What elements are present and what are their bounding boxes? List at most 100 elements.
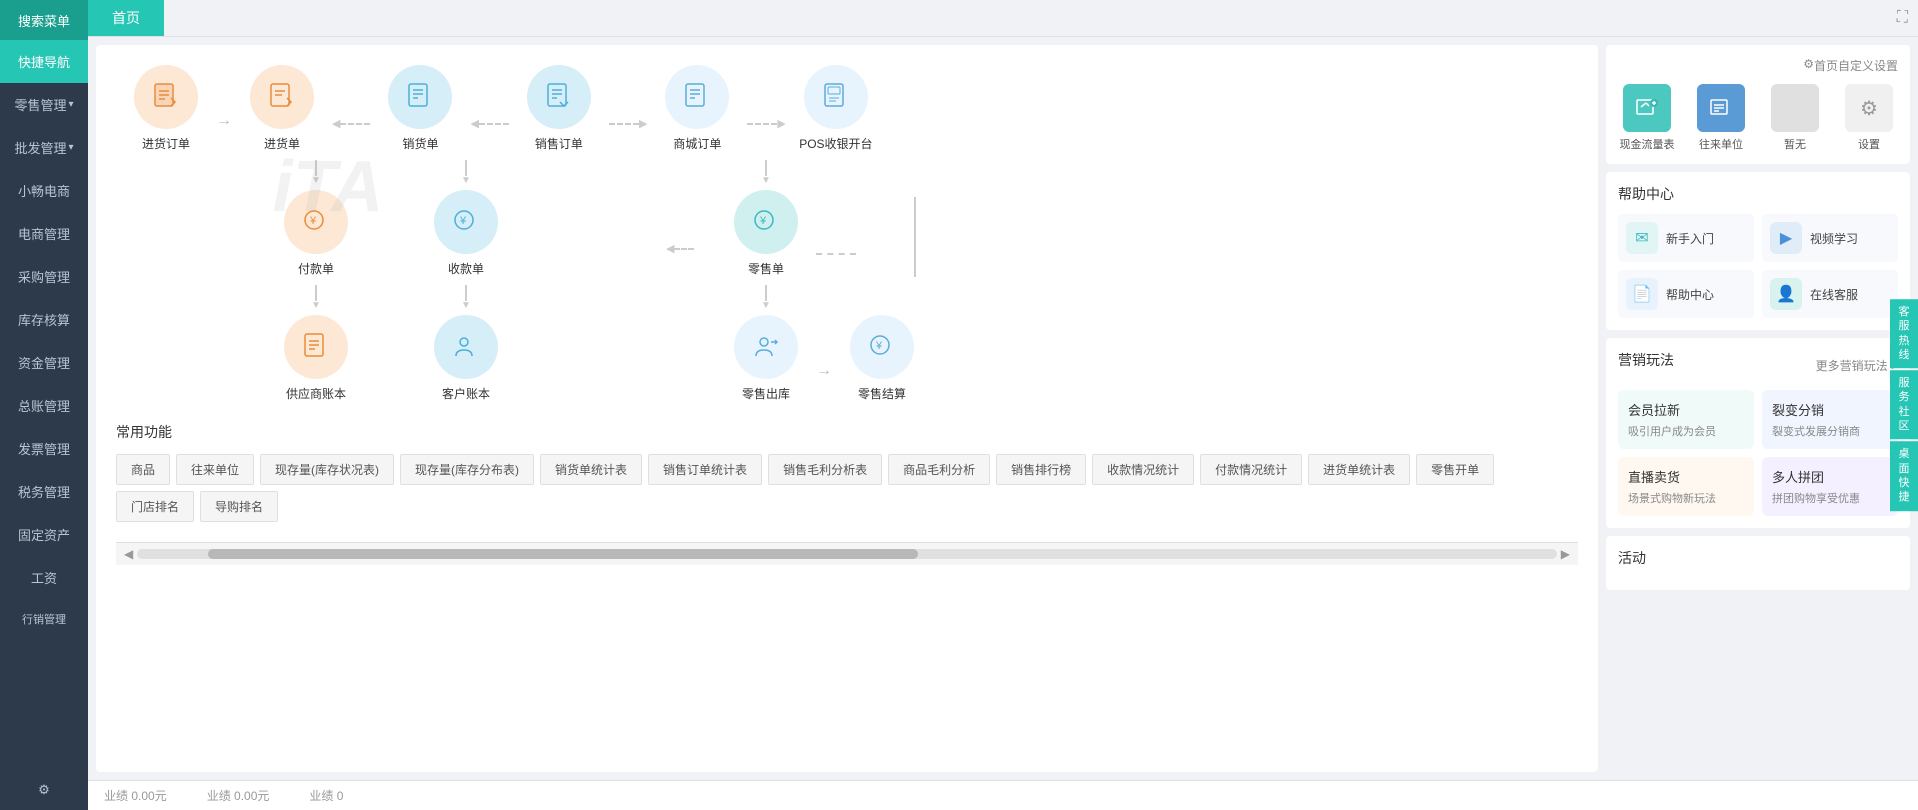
quick-access-section: ⚙ 首页自定义设置 [1606,45,1910,164]
arrow-connector-1: → [216,112,232,152]
bottom-stat-2: 业绩 0.00元 [207,787,270,804]
v-connector-retail: ▼ [761,281,771,315]
sidebar-item-retail[interactable]: 零售管理 ▾ [0,83,88,126]
chevron-down-icon: ▾ [68,142,73,153]
scroll-left-btn[interactable]: ◀ [120,547,137,561]
node-mall-order[interactable]: 商城订单 [647,65,747,152]
func-btn-sales-rank[interactable]: 销售排行榜 [996,454,1086,485]
v-connector-mall: ▼ [761,156,771,190]
tab-home[interactable]: 首页 [88,0,164,36]
marketing-card-member[interactable]: 会员拉新 吸引用户成为会员 [1618,390,1754,449]
sidebar-item-tax[interactable]: 税务管理 [0,470,88,513]
sidebar-item-purchase[interactable]: 采购管理 [0,255,88,298]
activity-section: 活动 [1606,536,1910,590]
settings-icon: ⚙ [38,782,50,797]
marketing-section: 营销玩法 更多营销玩法 > 会员拉新 吸引用户成为会员 裂变分销 裂变式发展分销… [1606,338,1910,528]
beginner-icon: ✉ [1626,222,1658,254]
customer-account-icon [434,315,498,379]
sidebar-search[interactable]: 搜索菜单 [0,0,88,40]
func-btn-profit-analysis[interactable]: 销售毛利分析表 [768,454,882,485]
v-connector-purchase: ▼ [311,156,321,190]
sidebar-settings[interactable]: ⚙ [0,770,88,810]
sidebar-item-ecom-small[interactable]: 小畅电商 [0,169,88,212]
main-area: 首页 ⛶ iTA [88,0,1918,810]
help-item-help[interactable]: 📄 帮助中心 [1618,270,1754,318]
node-retail-settlement[interactable]: ¥ 零售结算 [832,315,932,402]
chevron-down-icon: ▾ [68,99,73,110]
func-btn-product-profit[interactable]: 商品毛利分析 [888,454,990,485]
func-btn-partner[interactable]: 往来单位 [176,454,254,485]
v-connector-receipt: ▼ [461,281,471,315]
func-btn-store-rank[interactable]: 门店排名 [116,491,194,522]
sidebar-item-marketing-mgr[interactable]: 行销管理 [0,599,88,639]
sidebar-item-wholesale[interactable]: 批发管理 ▾ [0,126,88,169]
right-panel: ⚙ 首页自定义设置 [1598,37,1918,780]
sidebar-item-assets[interactable]: 固定资产 [0,513,88,556]
help-center-section: 帮助中心 ✉ 新手入门 ▶ 视频学习 📄 帮助中心 👤 [1606,172,1910,330]
func-grid: 商品 往来单位 现存量(库存状况表) 现存量(库存分布表) 销货单统计表 销售订… [116,454,1578,522]
sidebar-item-finance[interactable]: 资金管理 [0,341,88,384]
bottom-stat-3: 业绩 0 [309,787,343,804]
node-retail-outbound[interactable]: 零售出库 [716,315,816,402]
node-payment[interactable]: ¥ 付款单 [266,190,366,277]
marketing-card-group[interactable]: 多人拼团 拼团购物享受优惠 [1762,457,1898,516]
func-btn-guide-rank[interactable]: 导购排名 [200,491,278,522]
payment-icon: ¥ [284,190,348,254]
quick-icon-cashflow[interactable]: 现金流量表 [1618,84,1676,152]
common-func-title: 常用功能 [116,422,1578,442]
node-retail-bill[interactable]: ¥ 零售单 [716,190,816,277]
retail-bill-icon: ¥ [734,190,798,254]
func-btn-sales-stat[interactable]: 销货单统计表 [540,454,642,485]
marketing-card-live[interactable]: 直播卖货 场景式购物新玩法 [1618,457,1754,516]
node-sales-bill[interactable]: 销货单 [370,65,470,152]
float-service-btn[interactable]: 客服热线 [1890,299,1918,368]
partner-icon [1697,84,1745,132]
func-btn-payment-stat[interactable]: 付款情况统计 [1200,454,1302,485]
node-sales-order[interactable]: 销售订单 [509,65,609,152]
sidebar-item-salary[interactable]: 工资 [0,556,88,599]
purchase-bill-icon [250,65,314,129]
node-supplier-account[interactable]: 供应商账本 [266,315,366,402]
v-connector-payment: ▼ [311,281,321,315]
more-marketing-link[interactable]: 更多营销玩法 > [1816,357,1898,374]
dashed-connector-4: ▶ [747,117,785,152]
func-btn-order-stat[interactable]: 销售订单统计表 [648,454,762,485]
func-btn-stock1[interactable]: 现存量(库存状况表) [260,454,394,485]
scrollbar: ◀ ▶ [116,542,1578,565]
func-btn-stock2[interactable]: 现存量(库存分布表) [400,454,534,485]
node-pos[interactable]: POS收银开台 [786,65,886,152]
sidebar-item-quicknav[interactable]: 快捷导航 [0,40,88,83]
func-btn-product[interactable]: 商品 [116,454,170,485]
node-purchase-order[interactable]: 进货订单 [116,65,216,152]
quick-icon-settings[interactable]: ⚙ 设置 [1840,84,1898,152]
pos-icon [804,65,868,129]
flow-diagram: iTA [116,65,1578,402]
quick-icon-partner[interactable]: 往来单位 [1692,84,1750,152]
marketing-card-fission[interactable]: 裂变分销 裂变式发展分销商 [1762,390,1898,449]
node-purchase-bill[interactable]: 进货单 [232,65,332,152]
help-item-video[interactable]: ▶ 视频学习 [1762,214,1898,262]
func-btn-retail-order[interactable]: 零售开单 [1416,454,1494,485]
float-desktop-btn[interactable]: 桌面快捷 [1890,442,1918,511]
help-item-service[interactable]: 👤 在线客服 [1762,270,1898,318]
float-community-btn[interactable]: 服务社区 [1890,370,1918,439]
sidebar-item-inventory[interactable]: 库存核算 [0,298,88,341]
scroll-track[interactable] [137,549,1557,559]
fullscreen-button[interactable]: ⛶ [1887,3,1918,33]
func-btn-purchase-stat[interactable]: 进货单统计表 [1308,454,1410,485]
sidebar-item-invoice[interactable]: 发票管理 [0,427,88,470]
quick-icon-empty[interactable]: 暂无 [1766,84,1824,152]
node-customer-account[interactable]: 客户账本 [416,315,516,402]
sidebar-item-ecom[interactable]: 电商管理 [0,212,88,255]
help-item-beginner[interactable]: ✉ 新手入门 [1618,214,1754,262]
func-btn-receipt-stat[interactable]: 收款情况统计 [1092,454,1194,485]
node-receipt[interactable]: ¥ 收款单 [416,190,516,277]
svg-text:¥: ¥ [759,215,767,227]
bottom-stat-1: 业绩 0.00元 [104,787,167,804]
gear-icon: ⚙ [1803,57,1814,74]
customize-header[interactable]: ⚙ 首页自定义设置 [1618,57,1898,74]
dashed-connector-2: ◀ [470,117,508,152]
sidebar-item-ledger[interactable]: 总账管理 [0,384,88,427]
scroll-right-btn[interactable]: ▶ [1557,547,1574,561]
sidebar: 搜索菜单 快捷导航 零售管理 ▾ 批发管理 ▾ 小畅电商 电商管理 采购管理 库… [0,0,88,810]
